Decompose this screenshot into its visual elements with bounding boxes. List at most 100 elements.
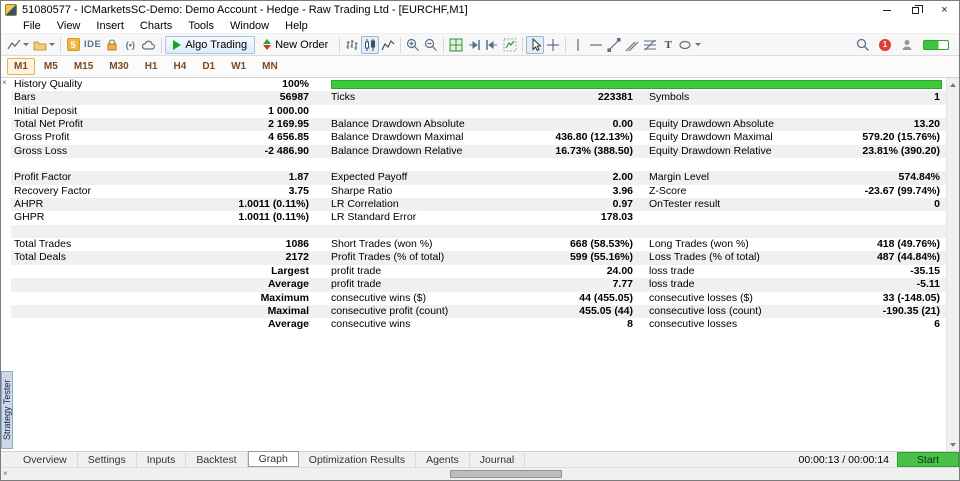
tab-inputs[interactable]: Inputs <box>137 452 187 467</box>
menu-file[interactable]: File <box>15 19 49 33</box>
report-value: 16.73% (388.50) <box>555 144 633 157</box>
app-icon <box>5 4 17 16</box>
tab-graph[interactable]: Graph <box>247 451 299 467</box>
vertical-scrollbar[interactable] <box>946 78 959 451</box>
chart-shift-icon[interactable] <box>483 36 501 54</box>
tile-windows-icon[interactable] <box>447 36 465 54</box>
new-order-button[interactable]: New Order <box>255 36 336 54</box>
minimize-button[interactable] <box>872 1 901 19</box>
strategy-tester-panel: × Strategy Tester History Quality 100% B… <box>1 78 959 451</box>
auto-scroll-icon[interactable] <box>465 36 483 54</box>
close-button[interactable]: × <box>930 1 959 19</box>
menu-charts[interactable]: Charts <box>132 19 180 33</box>
scroll-up-icon[interactable] <box>947 78 959 91</box>
timeframe-h4[interactable]: H4 <box>167 58 194 75</box>
menu-insert[interactable]: Insert <box>88 19 132 33</box>
notifications-badge[interactable]: 1 <box>879 38 891 51</box>
report-row: Gross Loss -2 486.90 Balance Drawdown Re… <box>11 144 946 159</box>
tab-backtest[interactable]: Backtest <box>186 452 248 467</box>
report-label <box>649 158 819 171</box>
toolbox-close-icon[interactable]: × <box>3 469 8 478</box>
report-row: Recovery Factor 3.75 Sharpe Ratio 3.96 Z… <box>11 185 946 198</box>
strategy-tester-vertical-tab[interactable]: Strategy Tester <box>1 371 13 449</box>
community-user-icon[interactable] <box>898 36 916 54</box>
zoom-in-icon[interactable] <box>404 36 422 54</box>
report-value <box>501 105 633 118</box>
report-label: Gross Loss <box>14 144 68 157</box>
report-row <box>11 158 946 171</box>
metaeditor-ide-button[interactable]: IDE <box>82 36 103 54</box>
menu-view[interactable]: View <box>49 19 89 33</box>
connection-status-indicator[interactable] <box>923 39 949 50</box>
panel-close-icon[interactable]: × <box>2 79 7 87</box>
horizontal-scrollbar[interactable]: × <box>1 467 959 480</box>
report-label: consecutive losses <box>649 318 738 331</box>
timeframe-m5[interactable]: M5 <box>37 58 65 75</box>
menu-help[interactable]: Help <box>277 19 316 33</box>
report-label: consecutive wins ($) <box>331 291 427 304</box>
tab-agents[interactable]: Agents <box>416 452 470 467</box>
tester-left-strip: × Strategy Tester <box>1 78 13 451</box>
fibonacci-tool-icon[interactable] <box>641 36 659 54</box>
report-value <box>501 158 633 171</box>
chevron-down-icon <box>23 43 29 46</box>
toolbar: 5 IDE (•) Algo Trading New Order T 1 <box>1 34 959 56</box>
report-row: Bars 56987 Ticks 223381 Symbols 1 <box>11 91 946 105</box>
search-icon[interactable] <box>854 36 872 54</box>
toolbar-separator <box>565 36 567 53</box>
report-label: Symbols <box>649 91 690 104</box>
menu-window[interactable]: Window <box>222 19 277 33</box>
trendline-tool-icon[interactable] <box>605 36 623 54</box>
report-value: Average <box>267 318 309 331</box>
timeframe-w1[interactable]: W1 <box>224 58 253 75</box>
toolbar-separator <box>400 36 402 53</box>
report-value: Average <box>267 278 309 291</box>
timeframe-m1[interactable]: M1 <box>7 58 35 75</box>
report-label: Bars <box>14 91 36 104</box>
report-value <box>171 158 309 171</box>
scroll-down-icon[interactable] <box>947 438 959 451</box>
tab-journal[interactable]: Journal <box>470 452 526 467</box>
horizontal-line-tool-icon[interactable] <box>587 36 605 54</box>
report-row <box>11 224 946 239</box>
restore-button[interactable] <box>901 1 930 19</box>
cloud-icon[interactable] <box>139 36 158 54</box>
line-chart-mode-icon[interactable] <box>379 36 397 54</box>
one-time-password-icon[interactable]: (•) <box>121 36 139 54</box>
zoom-out-icon[interactable] <box>422 36 440 54</box>
lock-icon[interactable] <box>103 36 121 54</box>
objects-tool-icon[interactable] <box>677 36 703 54</box>
profiles-icon[interactable] <box>31 36 57 54</box>
cursor-icon[interactable] <box>526 35 545 54</box>
start-button[interactable]: Start <box>897 452 959 467</box>
report-value: -190.35 (21) <box>882 304 940 317</box>
tab-overview[interactable]: Overview <box>13 452 78 467</box>
new-chart-icon[interactable] <box>5 36 31 54</box>
algo-trading-button[interactable]: Algo Trading <box>165 35 256 54</box>
bar-chart-mode-icon[interactable] <box>343 36 361 54</box>
report-label <box>11 278 171 291</box>
scrollbar-thumb[interactable] <box>450 470 562 478</box>
indicators-icon[interactable] <box>501 36 519 54</box>
candlestick-chart-mode-icon[interactable] <box>361 35 380 54</box>
report-value: Largest <box>271 264 309 277</box>
tab-optimization-results[interactable]: Optimization Results <box>299 452 417 467</box>
timeframe-d1[interactable]: D1 <box>195 58 222 75</box>
vertical-line-tool-icon[interactable] <box>569 36 587 54</box>
mql5-community-icon[interactable]: 5 <box>64 36 82 54</box>
timeframe-m15[interactable]: M15 <box>67 58 100 75</box>
equidistant-channel-tool-icon[interactable] <box>623 36 641 54</box>
report-value: 668 (58.53%) <box>569 238 633 251</box>
timeframe-mn[interactable]: MN <box>255 58 285 75</box>
timeframe-h1[interactable]: H1 <box>138 58 165 75</box>
report-label: Recovery Factor <box>14 184 92 197</box>
report-value: 418 (49.76%) <box>876 238 940 251</box>
report-value <box>819 225 946 238</box>
text-tool-icon[interactable]: T <box>659 36 677 54</box>
crosshair-icon[interactable] <box>544 36 562 54</box>
title-bar[interactable]: 51080577 - ICMarketsSC-Demo: Demo Accoun… <box>1 1 959 19</box>
timeframe-m30[interactable]: M30 <box>102 58 135 75</box>
menu-tools[interactable]: Tools <box>180 19 222 33</box>
tab-settings[interactable]: Settings <box>78 452 137 467</box>
timeframe-bar: M1 M5 M15 M30 H1 H4 D1 W1 MN <box>1 56 959 78</box>
